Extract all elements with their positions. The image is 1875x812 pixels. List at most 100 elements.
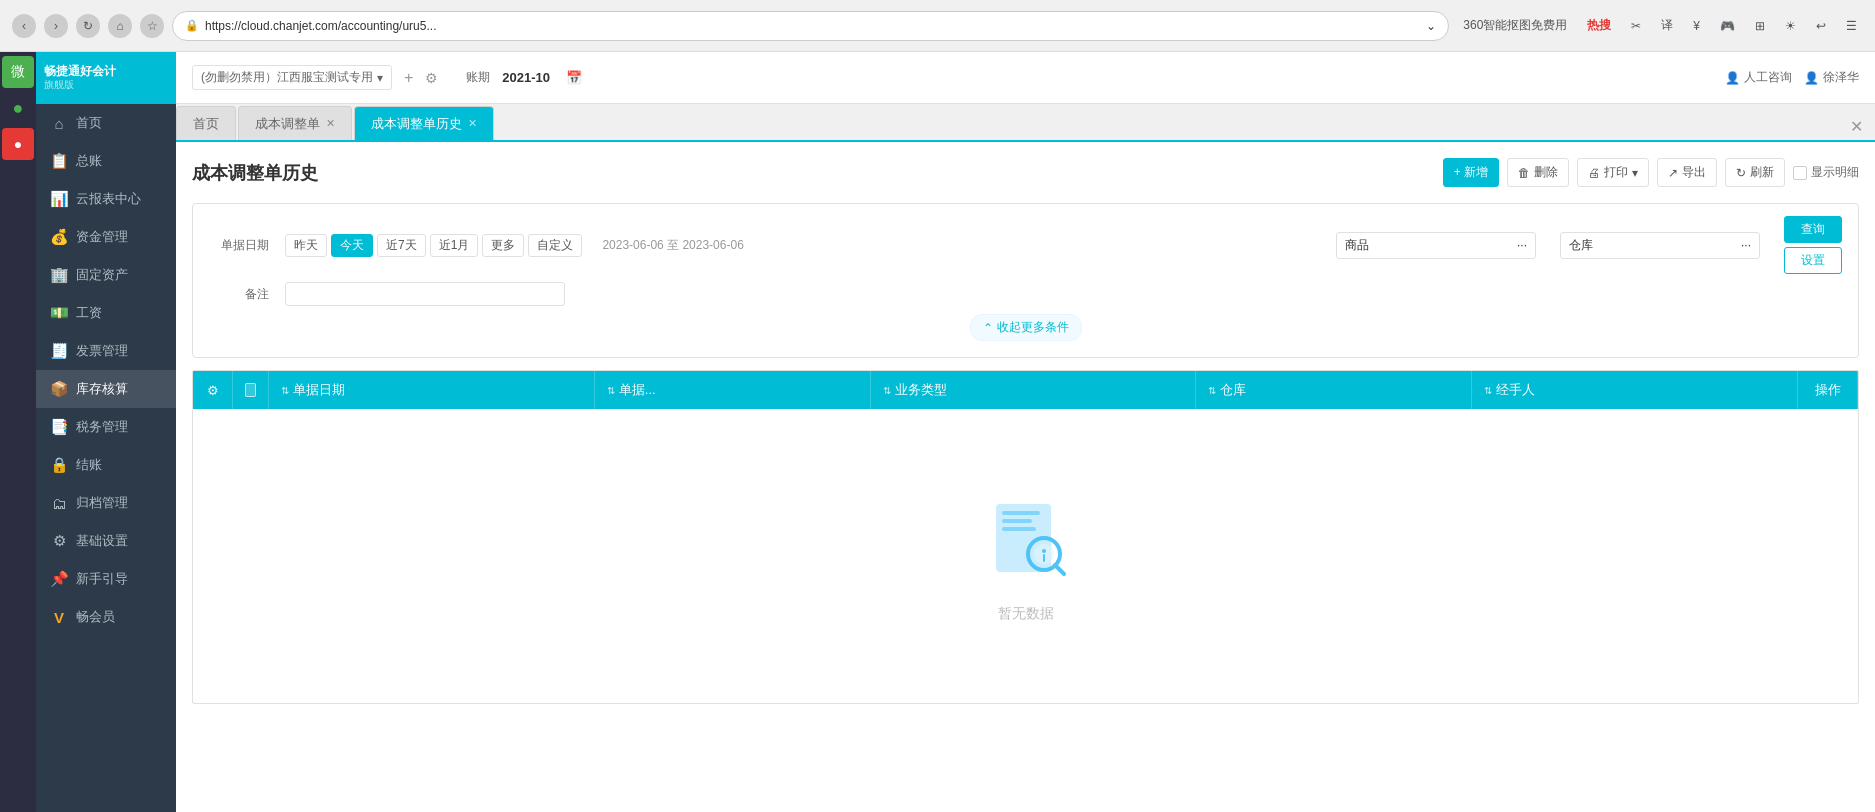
last1month-btn[interactable]: 近1月 — [430, 234, 479, 257]
show-bright-toggle[interactable]: 显示明细 — [1793, 164, 1859, 181]
game-tool[interactable]: 🎮 — [1714, 17, 1741, 35]
invoice-icon: 🧾 — [50, 342, 68, 360]
gear-icon: ⚙ — [207, 383, 219, 398]
th-no[interactable]: ⇅ 单据... — [595, 371, 871, 409]
forward-button[interactable]: › — [44, 14, 68, 38]
sidebar-item-inventory[interactable]: 📦 库存核算 — [36, 370, 176, 408]
sidebar: 畅捷通好会计 旗舰版 ⌂ 首页 📋 总账 📊 云报表中心 💰 资金管理 � — [36, 52, 176, 812]
th-date[interactable]: ⇅ 单据日期 — [269, 371, 595, 409]
inventory-icon: 📦 — [50, 380, 68, 398]
date-quick-btns: 昨天 今天 近7天 近1月 更多 自定义 — [285, 234, 582, 257]
translate-tool[interactable]: 译 — [1655, 15, 1679, 36]
goods-filter-label: 商品 — [1345, 237, 1369, 254]
settings-dot-icon[interactable]: ⚙ — [425, 70, 438, 86]
new-button[interactable]: + 新增 — [1443, 158, 1499, 187]
today-btn[interactable]: 今天 — [331, 234, 373, 257]
sidebar-item-settings[interactable]: ⚙ 基础设置 — [36, 522, 176, 560]
refresh-button[interactable]: ↻ — [76, 14, 100, 38]
menu-tool[interactable]: ☰ — [1840, 17, 1863, 35]
sidebar-item-funds[interactable]: 💰 资金管理 — [36, 218, 176, 256]
checkbox-all-icon — [245, 383, 256, 397]
sidebar-item-assets[interactable]: 🏢 固定资产 — [36, 256, 176, 294]
th-ops: 操作 — [1798, 371, 1858, 409]
sidebar-item-reports-label: 云报表中心 — [76, 190, 141, 208]
hot-label: 热搜 — [1581, 15, 1617, 36]
empty-text: 暂无数据 — [998, 605, 1054, 623]
tab-cost-adjust-label: 成本调整单 — [255, 115, 320, 133]
sidebar-item-assets-label: 固定资产 — [76, 266, 128, 284]
th-check[interactable] — [233, 371, 269, 409]
sidebar-item-tax[interactable]: 📑 税务管理 — [36, 408, 176, 446]
sidebar-item-ledger[interactable]: 📋 总账 — [36, 142, 176, 180]
add-tab-btn[interactable]: + — [404, 69, 413, 87]
collapse-bar: ⌃ 收起更多条件 — [209, 314, 1842, 341]
tab-home[interactable]: 首页 — [176, 106, 236, 140]
user-service-btn[interactable]: 👤 人工咨询 — [1725, 69, 1792, 86]
sidebar-item-invoice[interactable]: 🧾 发票管理 — [36, 332, 176, 370]
wallet-tool[interactable]: ¥ — [1687, 17, 1706, 35]
undo-tool[interactable]: ↩ — [1810, 17, 1832, 35]
th-warehouse[interactable]: ⇅ 仓库 — [1196, 371, 1472, 409]
org-selector[interactable]: (勿删勿禁用）江西服宝测试专用 ▾ — [192, 65, 392, 90]
sidebar-item-archive[interactable]: 🗂 归档管理 — [36, 484, 176, 522]
tab-close-all[interactable]: ✕ — [1846, 113, 1867, 140]
sidebar-item-home[interactable]: ⌂ 首页 — [36, 104, 176, 142]
th-gear[interactable]: ⚙ — [193, 371, 233, 409]
print-button[interactable]: 🖨 打印 ▾ — [1577, 158, 1649, 187]
more-btn[interactable]: 更多 — [482, 234, 524, 257]
star-button[interactable]: ☆ — [140, 14, 164, 38]
export-button[interactable]: ↗ 导出 — [1657, 158, 1717, 187]
tab-cost-adjust[interactable]: 成本调整单 ✕ — [238, 106, 352, 140]
period-label: 账期 — [466, 69, 490, 86]
user-profile-btn[interactable]: 👤 徐泽华 — [1804, 69, 1859, 86]
calendar-icon[interactable]: 📅 — [566, 70, 582, 85]
settings-tool[interactable]: ☀ — [1779, 17, 1802, 35]
sidebar-item-salary[interactable]: 💵 工资 — [36, 294, 176, 332]
goods-filter[interactable]: 商品 ··· — [1336, 232, 1536, 259]
warehouse-filter[interactable]: 仓库 ··· — [1560, 232, 1760, 259]
rail-item-weibo[interactable]: 微 — [2, 56, 34, 88]
filter-area: 单据日期 昨天 今天 近7天 近1月 更多 自定义 2023-06-06 至 2… — [192, 203, 1859, 358]
tab-cost-adjust-close[interactable]: ✕ — [326, 117, 335, 130]
yesterday-btn[interactable]: 昨天 — [285, 234, 327, 257]
collapse-button[interactable]: ⌃ 收起更多条件 — [970, 314, 1082, 341]
sidebar-item-ledger-label: 总账 — [76, 152, 102, 170]
apps-tool[interactable]: ⊞ — [1749, 17, 1771, 35]
sort-person-icon: ⇅ — [1484, 385, 1492, 396]
refresh-icon: ↻ — [1736, 166, 1746, 180]
note-filter-input[interactable] — [285, 282, 565, 306]
date-range-display: 2023-06-06 至 2023-06-06 — [602, 237, 743, 254]
date-filter-label: 单据日期 — [209, 237, 269, 254]
page-actions: + 新增 🗑 删除 🖨 打印 ▾ ↗ 导出 ↻ — [1443, 158, 1859, 187]
dropdown-icon: ⌄ — [1426, 19, 1436, 33]
svg-line-6 — [1055, 565, 1064, 574]
sidebar-item-guide[interactable]: 📌 新手引导 — [36, 560, 176, 598]
th-biz-type[interactable]: ⇅ 业务类型 — [871, 371, 1197, 409]
rail-item-green[interactable]: ● — [2, 92, 34, 124]
page-header: 成本调整单历史 + 新增 🗑 删除 🖨 打印 ▾ ↗ 导出 — [192, 158, 1859, 187]
filter-setting-button[interactable]: 设置 — [1784, 247, 1842, 274]
refresh-button[interactable]: ↻ 刷新 — [1725, 158, 1785, 187]
scissors-tool[interactable]: ✂ — [1625, 17, 1647, 35]
search-tool[interactable]: 360智能抠图免费用 — [1457, 15, 1573, 36]
delete-button[interactable]: 🗑 删除 — [1507, 158, 1569, 187]
sidebar-item-vip[interactable]: V 畅会员 — [36, 598, 176, 636]
th-person[interactable]: ⇅ 经手人 — [1472, 371, 1798, 409]
query-button[interactable]: 查询 — [1784, 216, 1842, 243]
org-dropdown-icon: ▾ — [377, 71, 383, 85]
sidebar-item-close[interactable]: 🔒 结账 — [36, 446, 176, 484]
home-button[interactable]: ⌂ — [108, 14, 132, 38]
address-bar[interactable]: 🔒 https://cloud.chanjet.com/accounting/u… — [172, 11, 1449, 41]
sort-warehouse-icon: ⇅ — [1208, 385, 1216, 396]
rail-item-red[interactable]: ● — [2, 128, 34, 160]
tab-cost-adjust-history[interactable]: 成本调整单历史 ✕ — [354, 106, 494, 140]
top-bar-right: 👤 人工咨询 👤 徐泽华 — [1725, 69, 1859, 86]
back-button[interactable]: ‹ — [12, 14, 36, 38]
sidebar-item-inventory-label: 库存核算 — [76, 380, 128, 398]
sidebar-item-reports[interactable]: 📊 云报表中心 — [36, 180, 176, 218]
last7days-btn[interactable]: 近7天 — [377, 234, 426, 257]
tab-cost-adjust-history-close[interactable]: ✕ — [468, 117, 477, 130]
custom-btn[interactable]: 自定义 — [528, 234, 582, 257]
sort-asc-icon: ⇅ — [281, 385, 289, 396]
funds-icon: 💰 — [50, 228, 68, 246]
